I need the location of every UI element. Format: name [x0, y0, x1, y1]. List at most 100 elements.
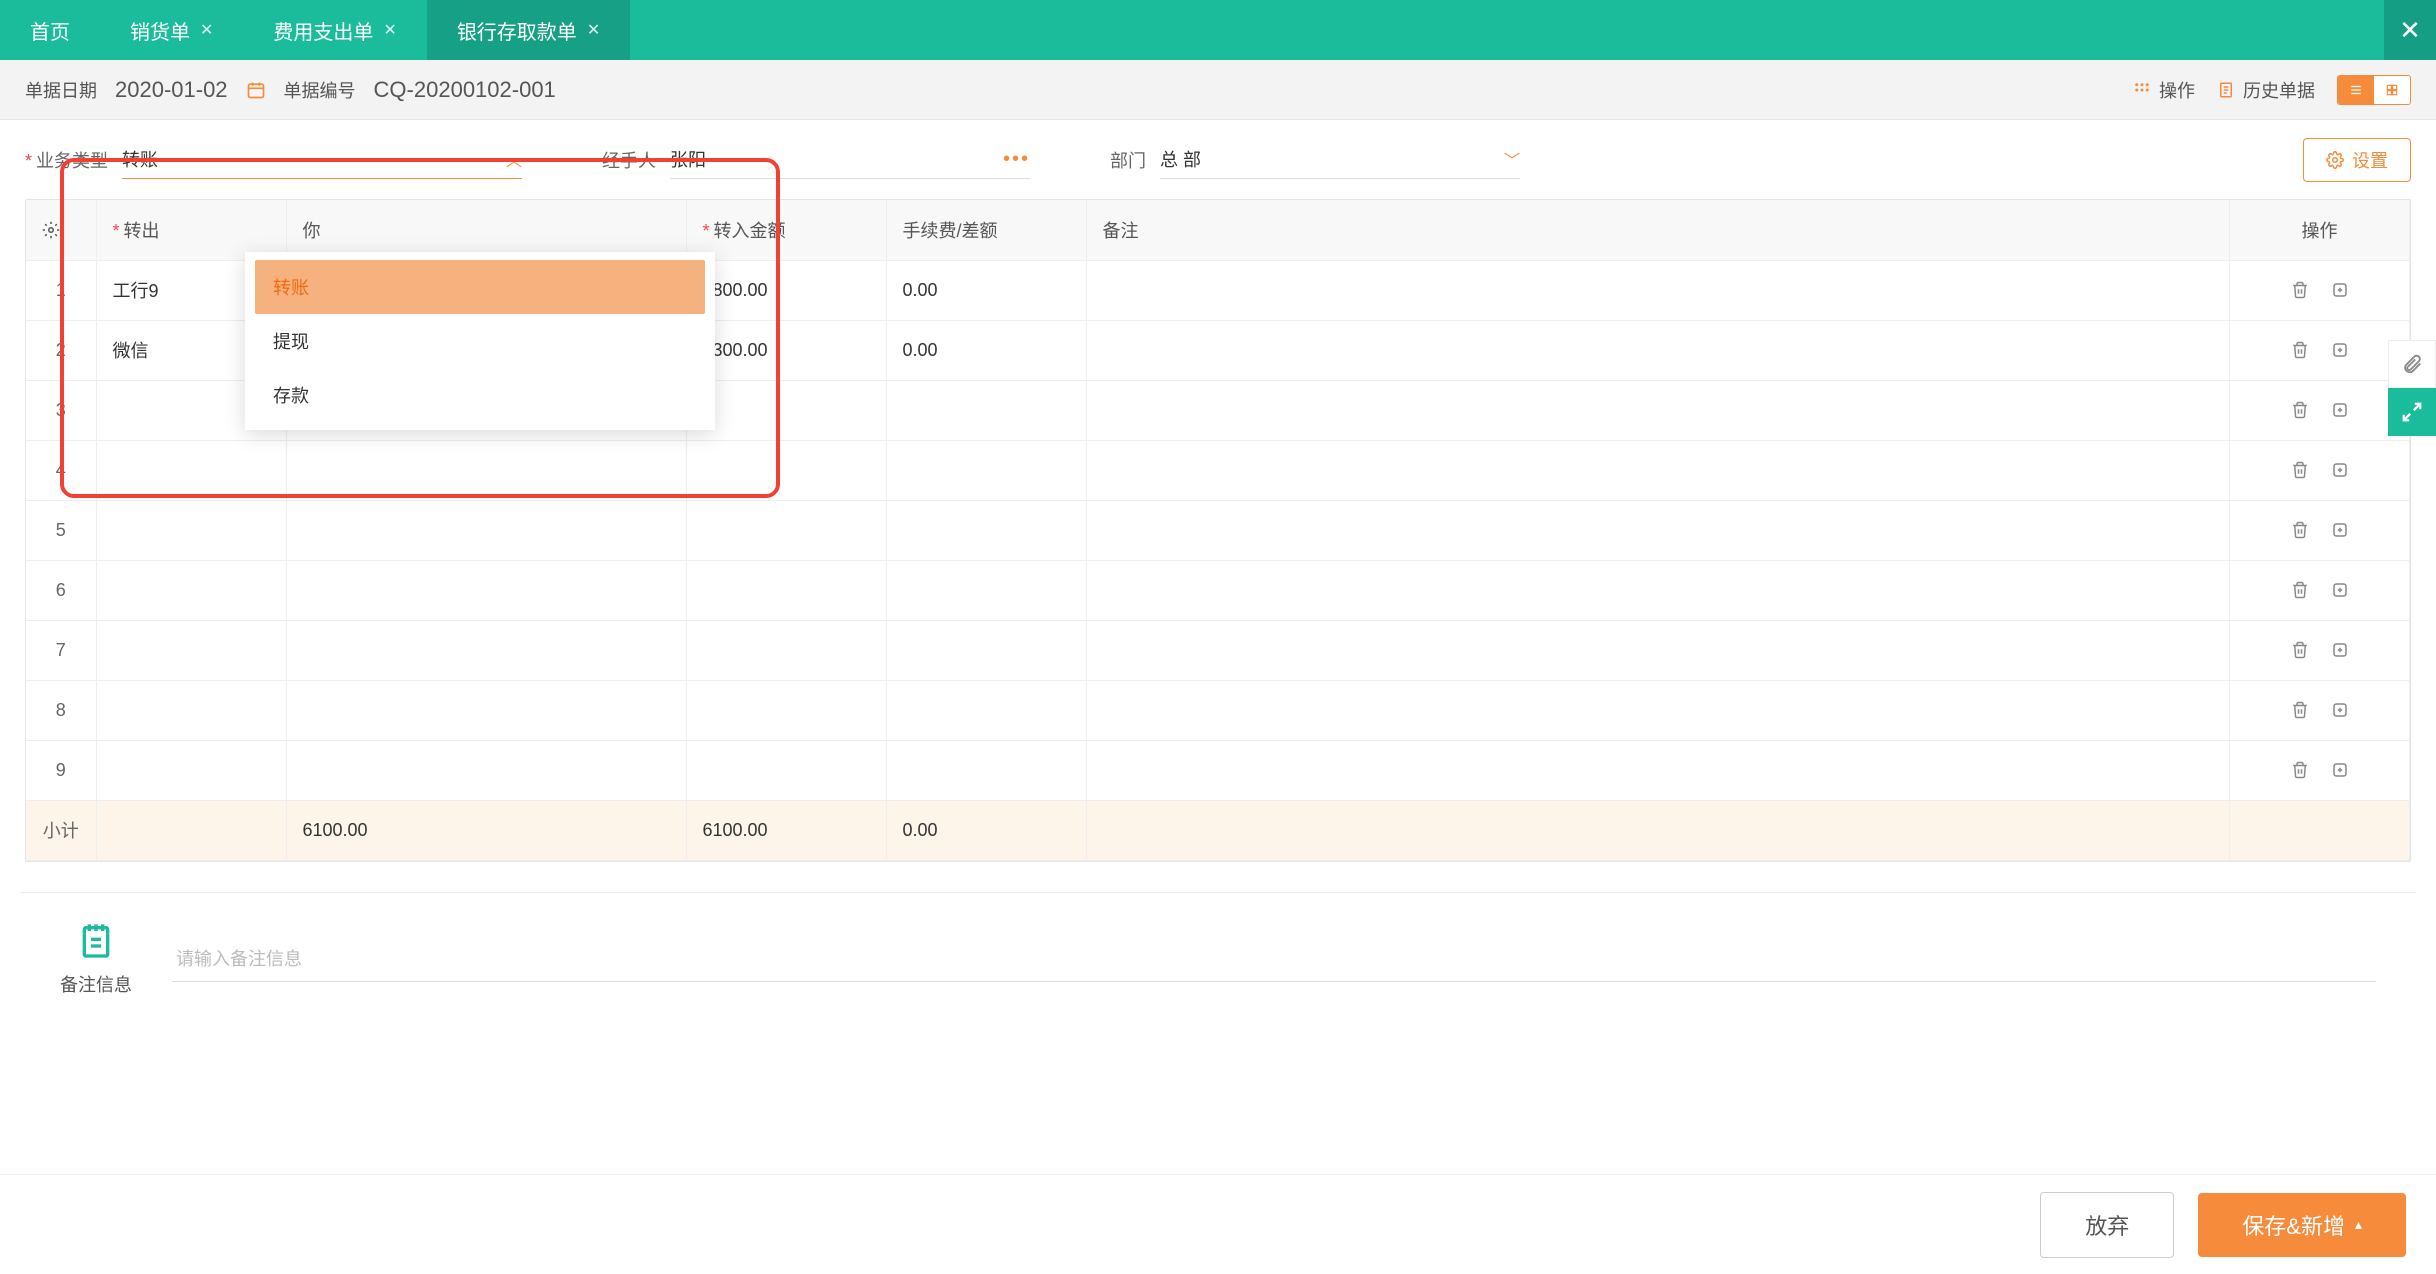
cell-remark[interactable]	[1086, 380, 2230, 440]
delete-row-icon[interactable]	[2291, 641, 2309, 659]
calendar-icon[interactable]	[246, 80, 266, 100]
cell-in-amount[interactable]	[686, 380, 886, 440]
add-row-icon[interactable]	[2331, 281, 2349, 299]
cell-out-account[interactable]	[96, 620, 286, 680]
table-settings-header[interactable]	[26, 200, 96, 260]
tab-bank-transfer[interactable]: 银行存取款单 ✕	[427, 0, 630, 60]
cell-in-amount[interactable]	[686, 440, 886, 500]
cell-in-account[interactable]	[286, 680, 686, 740]
delete-row-icon[interactable]	[2291, 461, 2309, 479]
filter-row: *业务类型 转账 ︿ 经手人 张阳 ••• 部门 总 部 ﹀ 设置	[0, 120, 2436, 199]
delete-row-icon[interactable]	[2291, 401, 2309, 419]
add-row-icon[interactable]	[2331, 641, 2349, 659]
cell-fee[interactable]	[886, 380, 1086, 440]
add-row-icon[interactable]	[2331, 701, 2349, 719]
cell-in-account[interactable]	[286, 740, 686, 800]
table-row[interactable]: 7	[26, 620, 2410, 680]
cell-in-account[interactable]	[286, 560, 686, 620]
cell-fee[interactable]: 0.00	[886, 260, 1086, 320]
cancel-button[interactable]: 放弃	[2040, 1192, 2174, 1258]
cell-out-account[interactable]	[96, 440, 286, 500]
cell-fee[interactable]	[886, 560, 1086, 620]
cell-remark[interactable]	[1086, 620, 2230, 680]
tab-home[interactable]: 首页	[0, 0, 100, 60]
table-row[interactable]: 5	[26, 500, 2410, 560]
cell-in-account[interactable]	[286, 620, 686, 680]
cell-remark[interactable]	[1086, 260, 2230, 320]
expand-button[interactable]	[2388, 388, 2436, 436]
department-field[interactable]: 部门 总 部 ﹀	[1110, 140, 1520, 179]
cell-in-amount[interactable]: 3800.00	[686, 260, 886, 320]
cell-fee[interactable]: 0.00	[886, 320, 1086, 380]
cell-fee[interactable]	[886, 680, 1086, 740]
cell-in-account[interactable]	[286, 500, 686, 560]
operations-button[interactable]: 操作	[2133, 77, 2195, 103]
cell-fee[interactable]	[886, 500, 1086, 560]
add-row-icon[interactable]	[2331, 761, 2349, 779]
cell-remark[interactable]	[1086, 320, 2230, 380]
close-all-button[interactable]: ✕	[2384, 0, 2436, 60]
add-row-icon[interactable]	[2331, 581, 2349, 599]
cell-in-amount[interactable]	[686, 680, 886, 740]
cell-in-account[interactable]	[286, 440, 686, 500]
cell-remark[interactable]	[1086, 500, 2230, 560]
business-type-field[interactable]: *业务类型 转账 ︿	[25, 140, 522, 179]
cell-fee[interactable]	[886, 440, 1086, 500]
cell-remark[interactable]	[1086, 440, 2230, 500]
date-value[interactable]: 2020-01-02	[115, 77, 228, 103]
row-index: 1	[26, 260, 96, 320]
cell-in-amount[interactable]	[686, 620, 886, 680]
cell-in-amount[interactable]	[686, 500, 886, 560]
cell-remark[interactable]	[1086, 740, 2230, 800]
attachment-button[interactable]	[2388, 340, 2436, 388]
view-toggle	[2337, 75, 2411, 105]
close-icon[interactable]: ✕	[200, 20, 213, 40]
add-row-icon[interactable]	[2331, 341, 2349, 359]
delete-row-icon[interactable]	[2291, 341, 2309, 359]
cell-remark[interactable]	[1086, 560, 2230, 620]
cell-fee[interactable]	[886, 740, 1086, 800]
add-row-icon[interactable]	[2331, 521, 2349, 539]
save-and-new-button[interactable]: 保存&新增 ▴	[2198, 1193, 2406, 1257]
close-icon[interactable]: ✕	[587, 20, 600, 40]
delete-row-icon[interactable]	[2291, 521, 2309, 539]
settings-button[interactable]: 设置	[2303, 138, 2411, 182]
cell-out-account[interactable]	[96, 740, 286, 800]
table-row[interactable]: 8	[26, 680, 2410, 740]
cell-in-amount[interactable]: 2300.00	[686, 320, 886, 380]
delete-row-icon[interactable]	[2291, 581, 2309, 599]
cell-remark[interactable]	[1086, 680, 2230, 740]
add-row-icon[interactable]	[2331, 401, 2349, 419]
dropdown-item-transfer[interactable]: 转账	[255, 260, 705, 314]
table-row[interactable]: 4	[26, 440, 2410, 500]
history-button[interactable]: 历史单据	[2217, 77, 2315, 103]
delete-row-icon[interactable]	[2291, 701, 2309, 719]
docno-label: 单据编号	[284, 77, 356, 103]
dropdown-item-deposit[interactable]: 存款	[255, 368, 705, 422]
cell-out-account[interactable]	[96, 680, 286, 740]
table-row[interactable]: 9	[26, 740, 2410, 800]
cell-in-amount[interactable]	[686, 560, 886, 620]
cell-out-account[interactable]	[96, 560, 286, 620]
tab-expense[interactable]: 费用支出单 ✕	[243, 0, 426, 60]
delete-row-icon[interactable]	[2291, 281, 2309, 299]
add-row-icon[interactable]	[2331, 461, 2349, 479]
handler-field[interactable]: 经手人 张阳 •••	[602, 140, 1030, 179]
delete-row-icon[interactable]	[2291, 761, 2309, 779]
dropdown-item-withdraw[interactable]: 提现	[255, 314, 705, 368]
chevron-down-icon[interactable]: ﹀	[1504, 147, 1520, 171]
chevron-up-icon[interactable]: ︿	[506, 147, 522, 171]
cell-actions	[2230, 620, 2410, 680]
tab-label: 银行存取款单	[457, 16, 577, 45]
cell-out-account[interactable]	[96, 500, 286, 560]
more-icon[interactable]: •••	[1003, 148, 1030, 171]
remark-input[interactable]: 请输入备注信息	[172, 935, 2376, 982]
table-row[interactable]: 6	[26, 560, 2410, 620]
cell-actions	[2230, 260, 2410, 320]
view-grid-button[interactable]	[2374, 76, 2410, 104]
close-icon[interactable]: ✕	[383, 20, 396, 40]
view-list-button[interactable]	[2338, 76, 2374, 104]
tab-sales[interactable]: 销货单 ✕	[100, 0, 243, 60]
cell-in-amount[interactable]	[686, 740, 886, 800]
cell-fee[interactable]	[886, 620, 1086, 680]
